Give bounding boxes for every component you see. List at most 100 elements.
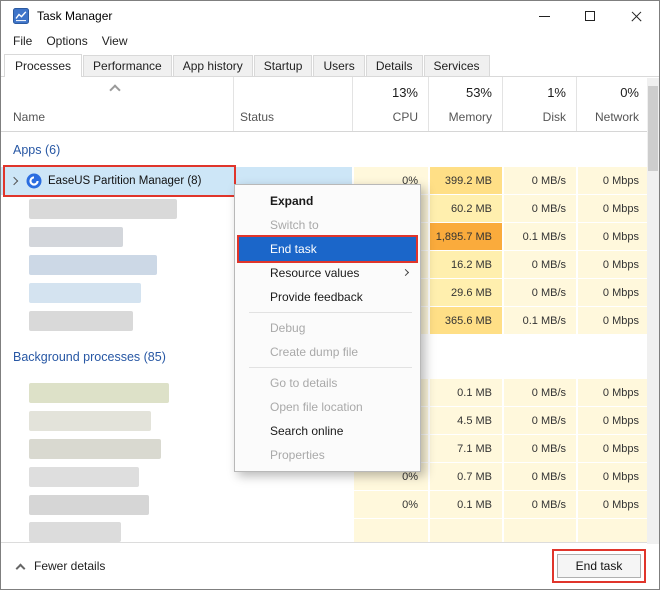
context-menu-item-provide-feedback[interactable]: Provide feedback	[235, 285, 420, 309]
group-label: Background processes (85)	[13, 350, 166, 364]
name-cell	[1, 491, 233, 519]
menu-separator	[249, 367, 412, 368]
tab-app-history[interactable]: App history	[172, 55, 253, 76]
disk-cell: 0 MB/s	[502, 491, 576, 519]
disk-cell: 0 MB/s	[502, 195, 576, 223]
memory-cell: 0.1 MB	[428, 379, 502, 407]
context-menu-item-search-online[interactable]: Search online	[235, 419, 420, 443]
tab-users[interactable]: Users	[313, 55, 365, 76]
redacted-process-name	[29, 283, 141, 303]
network-cell: 0 Mbps	[576, 251, 649, 279]
memory-cell: 16.2 MB	[428, 251, 502, 279]
close-button[interactable]	[613, 1, 659, 31]
footer-bar: Fewer details End task	[1, 542, 659, 589]
tab-details[interactable]: Details	[365, 55, 423, 76]
column-label: CPU	[392, 110, 418, 124]
end-task-button[interactable]: End task	[552, 549, 646, 583]
network-cell	[576, 519, 649, 544]
tab-services[interactable]: Services	[423, 55, 490, 76]
column-label: Status	[240, 110, 275, 124]
disk-total-percent: 1%	[547, 85, 566, 100]
status-cell	[233, 491, 352, 519]
menu-item-label: Resource values	[270, 266, 360, 280]
group-row-apps-6[interactable]: Apps (6)	[1, 133, 649, 167]
minimize-button[interactable]	[521, 1, 567, 31]
process-row-redacted[interactable]	[1, 519, 649, 544]
window-title: Task Manager	[37, 9, 113, 23]
close-icon	[630, 10, 643, 23]
name-cell	[1, 279, 233, 307]
redacted-process-name	[29, 199, 177, 219]
context-menu: Expand Switch to End task Resource values Pr…	[234, 184, 421, 472]
memory-cell	[428, 519, 502, 544]
redacted-process-name	[29, 439, 161, 459]
name-cell: Apps (6)	[1, 143, 233, 157]
menu-file[interactable]: File	[6, 32, 39, 50]
disk-cell: 0.1 MB/s	[502, 307, 576, 335]
memory-cell: 365.6 MB	[428, 307, 502, 335]
menu-item-label: Create dump file	[270, 345, 359, 359]
maximize-button[interactable]	[567, 1, 613, 31]
maximize-icon	[585, 11, 595, 21]
tab-strip: Processes Performance App history Startup Us…	[1, 51, 659, 77]
scrollbar-thumb[interactable]	[648, 86, 658, 171]
disk-cell: 0 MB/s	[502, 379, 576, 407]
window-controls	[521, 1, 659, 31]
memory-cell: 29.6 MB	[428, 279, 502, 307]
cpu-cell: 0%	[352, 491, 428, 519]
chevron-right-icon[interactable]	[9, 176, 19, 186]
menu-item-label: Expand	[270, 194, 314, 208]
disk-cell: 0.1 MB/s	[502, 223, 576, 251]
menu-item-label: End task	[270, 242, 317, 256]
menu-options[interactable]: Options	[39, 32, 94, 50]
column-header-network[interactable]: 0% Network	[576, 77, 649, 131]
menu-view[interactable]: View	[95, 32, 135, 50]
process-row-redacted[interactable]: 0%0.1 MB0 MB/s0 Mbps	[1, 491, 649, 519]
context-menu-item-open-file-location: Open file location	[235, 395, 420, 419]
context-menu-item-resource-values[interactable]: Resource values	[235, 261, 420, 285]
redacted-process-name	[29, 521, 121, 542]
column-header-status[interactable]: Status	[233, 77, 352, 131]
redacted-process-name	[29, 227, 123, 247]
chevron-up-icon	[15, 563, 26, 573]
disk-cell: 0 MB/s	[502, 435, 576, 463]
process-name: EaseUS Partition Manager (8)	[48, 175, 202, 187]
fewer-details-label: Fewer details	[34, 559, 106, 573]
context-menu-item-expand[interactable]: Expand	[235, 189, 420, 213]
redacted-process-name	[29, 467, 139, 487]
menu-item-label: Go to details	[270, 376, 338, 390]
fewer-details-toggle[interactable]: Fewer details	[15, 559, 106, 573]
column-header-name[interactable]: Name	[1, 77, 233, 131]
column-header-memory[interactable]: 53% Memory	[428, 77, 502, 131]
name-cell	[1, 379, 233, 407]
column-header-disk[interactable]: 1% Disk	[502, 77, 576, 131]
redacted-process-name	[29, 255, 157, 275]
network-cell: 0 Mbps	[576, 167, 649, 195]
menu-item-label: Switch to	[270, 218, 319, 232]
context-menu-item-end-task[interactable]: End task	[237, 235, 418, 263]
sort-ascending-chevron-icon	[109, 84, 121, 96]
menu-item-label: Provide feedback	[270, 290, 363, 304]
name-cell	[1, 435, 233, 463]
context-menu-item-switch-to: Switch to	[235, 213, 420, 237]
tab-processes[interactable]: Processes	[4, 54, 83, 77]
submenu-chevron-icon	[401, 268, 410, 277]
vertical-scrollbar[interactable]	[647, 78, 659, 544]
tab-startup[interactable]: Startup	[253, 55, 313, 76]
menu-separator	[249, 312, 412, 313]
redacted-process-name	[29, 311, 133, 331]
context-menu-item-go-to-details: Go to details	[235, 371, 420, 395]
network-cell: 0 Mbps	[576, 379, 649, 407]
task-manager-icon	[13, 8, 29, 24]
cpu-total-percent: 13%	[391, 85, 418, 100]
memory-cell: 60.2 MB	[428, 195, 502, 223]
network-cell: 0 Mbps	[576, 307, 649, 335]
column-header-cpu[interactable]: 13% CPU	[352, 77, 428, 131]
network-cell: 0 Mbps	[576, 279, 649, 307]
disk-cell	[502, 519, 576, 544]
column-header-row: Name Status 13% CPU 53% Memory 1% Disk 0…	[1, 77, 649, 132]
tab-performance[interactable]: Performance	[83, 55, 172, 76]
column-label: Memory	[448, 110, 492, 124]
disk-cell: 0 MB/s	[502, 167, 576, 195]
name-cell	[1, 195, 233, 223]
